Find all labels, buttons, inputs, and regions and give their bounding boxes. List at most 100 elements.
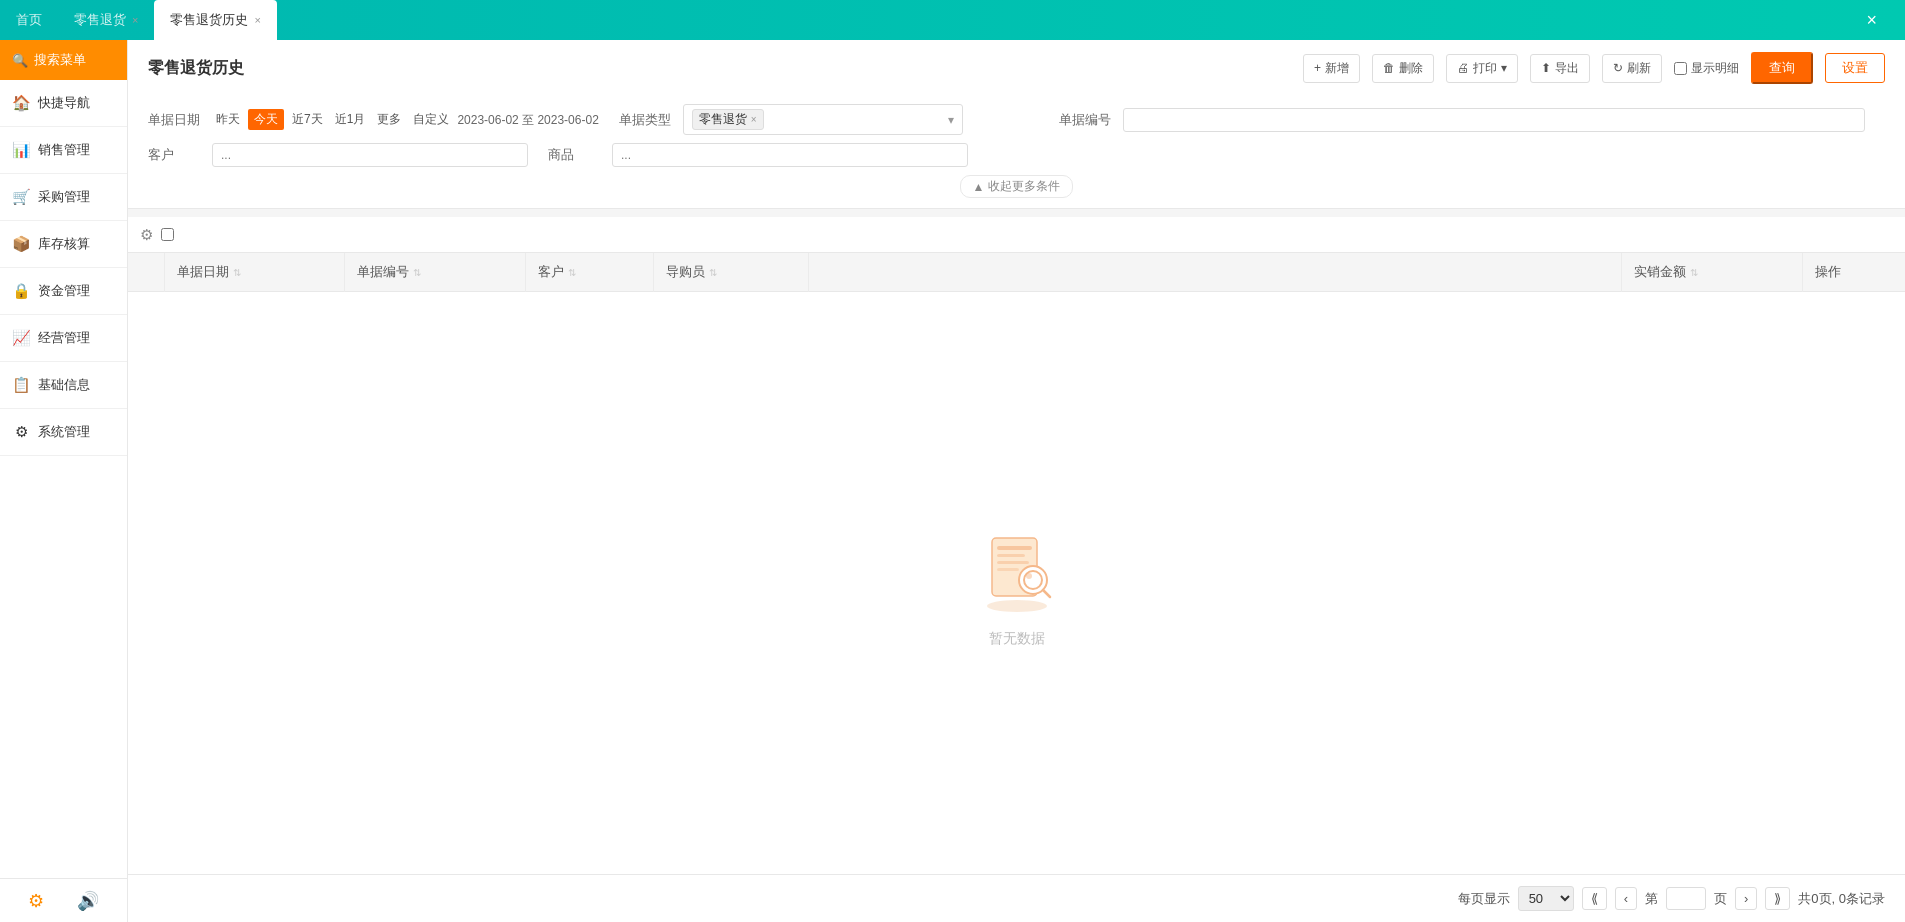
- refresh-label: 刷新: [1627, 60, 1651, 77]
- new-icon: +: [1314, 61, 1321, 75]
- delete-button[interactable]: 🗑 删除: [1372, 54, 1434, 83]
- data-table: 单据日期 ⇅ 单据编号 ⇅ 客户: [128, 253, 1905, 292]
- sidebar-search[interactable]: 🔍 搜索菜单: [0, 40, 127, 80]
- collapse-bar: ▲ 收起更多条件: [148, 175, 1885, 198]
- svg-rect-3: [997, 554, 1025, 557]
- sidebar-item-inventory[interactable]: 📦 库存核算: [0, 221, 127, 268]
- customer-input[interactable]: [212, 143, 528, 167]
- tab-retail-return-history[interactable]: 零售退货历史 ×: [154, 0, 276, 40]
- th-guide-label: 导购员: [666, 263, 705, 281]
- select-all-checkbox[interactable]: [161, 228, 174, 241]
- sidebar-item-finance[interactable]: 🔒 资金管理: [0, 268, 127, 315]
- doc-type-tag-close[interactable]: ×: [751, 114, 757, 125]
- refresh-button[interactable]: ↻ 刷新: [1602, 54, 1662, 83]
- doc-type-select[interactable]: 零售退货 × ▾: [683, 104, 963, 135]
- filter-customer: 客户: [148, 143, 528, 167]
- delete-label: 删除: [1399, 60, 1423, 77]
- sort-doc-date-icon: ⇅: [233, 267, 241, 278]
- per-page-select[interactable]: 50 10 20 100: [1518, 886, 1574, 911]
- display-checkbox[interactable]: [1674, 62, 1687, 75]
- sidebar-item-operations[interactable]: 📈 经营管理: [0, 315, 127, 362]
- date-opt-custom[interactable]: 自定义: [409, 109, 453, 130]
- window-close-button[interactable]: ×: [1854, 10, 1889, 31]
- th-spacer: [808, 253, 1621, 292]
- empty-icon: [967, 518, 1067, 618]
- last-page-button[interactable]: ⟫: [1765, 887, 1790, 910]
- sidebar-item-sales[interactable]: 📊 销售管理: [0, 127, 127, 174]
- table-header-row: 单据日期 ⇅ 单据编号 ⇅ 客户: [128, 253, 1905, 292]
- next-page-button[interactable]: ›: [1735, 887, 1757, 910]
- th-actual-amount-label: 实销金额: [1634, 263, 1686, 281]
- th-customer[interactable]: 客户 ⇅: [526, 253, 654, 292]
- th-guide[interactable]: 导购员 ⇅: [654, 253, 808, 292]
- export-button[interactable]: ⬆ 导出: [1530, 54, 1590, 83]
- page-title-row: 零售退货历史 + 新增 🗑 删除 🖨 打印 ▾: [148, 52, 1885, 84]
- date-opt-last1m[interactable]: 近1月: [331, 109, 370, 130]
- sidebar-item-system-label: 系统管理: [38, 423, 90, 441]
- gear-icon[interactable]: ⚙: [28, 890, 44, 912]
- tab-list: 首页 零售退货 × 零售退货历史 ×: [0, 0, 1854, 40]
- th-doc-date-label: 单据日期: [177, 263, 229, 281]
- search-icon: 🔍: [12, 53, 28, 68]
- audio-icon[interactable]: 🔊: [77, 890, 99, 912]
- per-page-label: 每页显示: [1458, 890, 1510, 908]
- date-range-display: 2023-06-02 至 2023-06-02: [457, 112, 598, 129]
- sidebar-item-finance-label: 资金管理: [38, 282, 90, 300]
- page-title: 零售退货历史: [148, 58, 244, 79]
- top-bar: 首页 零售退货 × 零售退货历史 × ×: [0, 0, 1905, 40]
- settings-button[interactable]: 设置: [1825, 53, 1885, 83]
- tab-retail-return[interactable]: 零售退货 ×: [58, 0, 154, 40]
- sidebar-search-label: 搜索菜单: [34, 51, 86, 69]
- sort-customer-icon: ⇅: [568, 267, 576, 278]
- tab-home[interactable]: 首页: [0, 0, 58, 40]
- customer-label: 客户: [148, 146, 204, 164]
- page-suffix: 页: [1714, 890, 1727, 908]
- tab-retail-return-history-close[interactable]: ×: [254, 14, 260, 26]
- home-icon: 🏠: [12, 94, 30, 112]
- prev-page-button[interactable]: ‹: [1615, 887, 1637, 910]
- query-button[interactable]: 查询: [1751, 52, 1813, 84]
- print-button[interactable]: 🖨 打印 ▾: [1446, 54, 1518, 83]
- goods-label: 商品: [548, 146, 604, 164]
- finance-icon: 🔒: [12, 282, 30, 300]
- new-button[interactable]: + 新增: [1303, 54, 1360, 83]
- collapse-button[interactable]: ▲ 收起更多条件: [960, 175, 1074, 198]
- sidebar-item-purchase[interactable]: 🛒 采购管理: [0, 174, 127, 221]
- th-operation: 操作: [1802, 253, 1905, 292]
- svg-point-9: [1026, 573, 1032, 579]
- date-opt-last7[interactable]: 近7天: [288, 109, 327, 130]
- filter-area: 单据日期 昨天 今天 近7天 近1月 更多 自定义 2023-06-02 至 2…: [148, 94, 1885, 208]
- date-opt-more[interactable]: 更多: [373, 109, 405, 130]
- pagination-bar: 每页显示 50 10 20 100 ⟪ ‹ 第 1 页 › ⟫ 共0页, 0条记…: [128, 874, 1905, 922]
- sidebar-item-basic-info-label: 基础信息: [38, 376, 90, 394]
- column-settings-icon[interactable]: ⚙: [140, 226, 153, 244]
- th-actual-amount[interactable]: 实销金额 ⇅: [1621, 253, 1802, 292]
- top-bar-right: ×: [1854, 10, 1905, 31]
- th-checkbox: [128, 253, 164, 292]
- system-icon: ⚙: [12, 423, 30, 441]
- th-doc-date[interactable]: 单据日期 ⇅: [164, 253, 345, 292]
- inventory-icon: 📦: [12, 235, 30, 253]
- tab-home-label: 首页: [16, 11, 42, 29]
- first-page-button[interactable]: ⟪: [1582, 887, 1607, 910]
- svg-line-8: [1043, 590, 1050, 597]
- sidebar-item-basic-info[interactable]: 📋 基础信息: [0, 362, 127, 409]
- sidebar-item-quick-nav[interactable]: 🏠 快捷导航: [0, 80, 127, 127]
- th-doc-no[interactable]: 单据编号 ⇅: [345, 253, 526, 292]
- page-number-input[interactable]: 1: [1666, 887, 1706, 910]
- tab-retail-return-close[interactable]: ×: [132, 14, 138, 26]
- doc-type-tag: 零售退货 ×: [692, 109, 764, 130]
- sidebar-item-system[interactable]: ⚙ 系统管理: [0, 409, 127, 456]
- filter-goods: 商品: [548, 143, 968, 167]
- goods-input[interactable]: [612, 143, 968, 167]
- table-container: ⚙ 单据日期 ⇅ 单据编: [128, 217, 1905, 874]
- new-label: 新增: [1325, 60, 1349, 77]
- display-switch[interactable]: 显示明细: [1674, 60, 1739, 77]
- doc-no-input[interactable]: [1123, 108, 1865, 132]
- print-icon: 🖨: [1457, 61, 1469, 75]
- date-opt-today[interactable]: 今天: [248, 109, 284, 130]
- display-label: 显示明细: [1691, 60, 1739, 77]
- th-customer-label: 客户: [538, 263, 564, 281]
- filter-doc-no: 单据编号: [1059, 108, 1865, 132]
- date-opt-yesterday[interactable]: 昨天: [212, 109, 244, 130]
